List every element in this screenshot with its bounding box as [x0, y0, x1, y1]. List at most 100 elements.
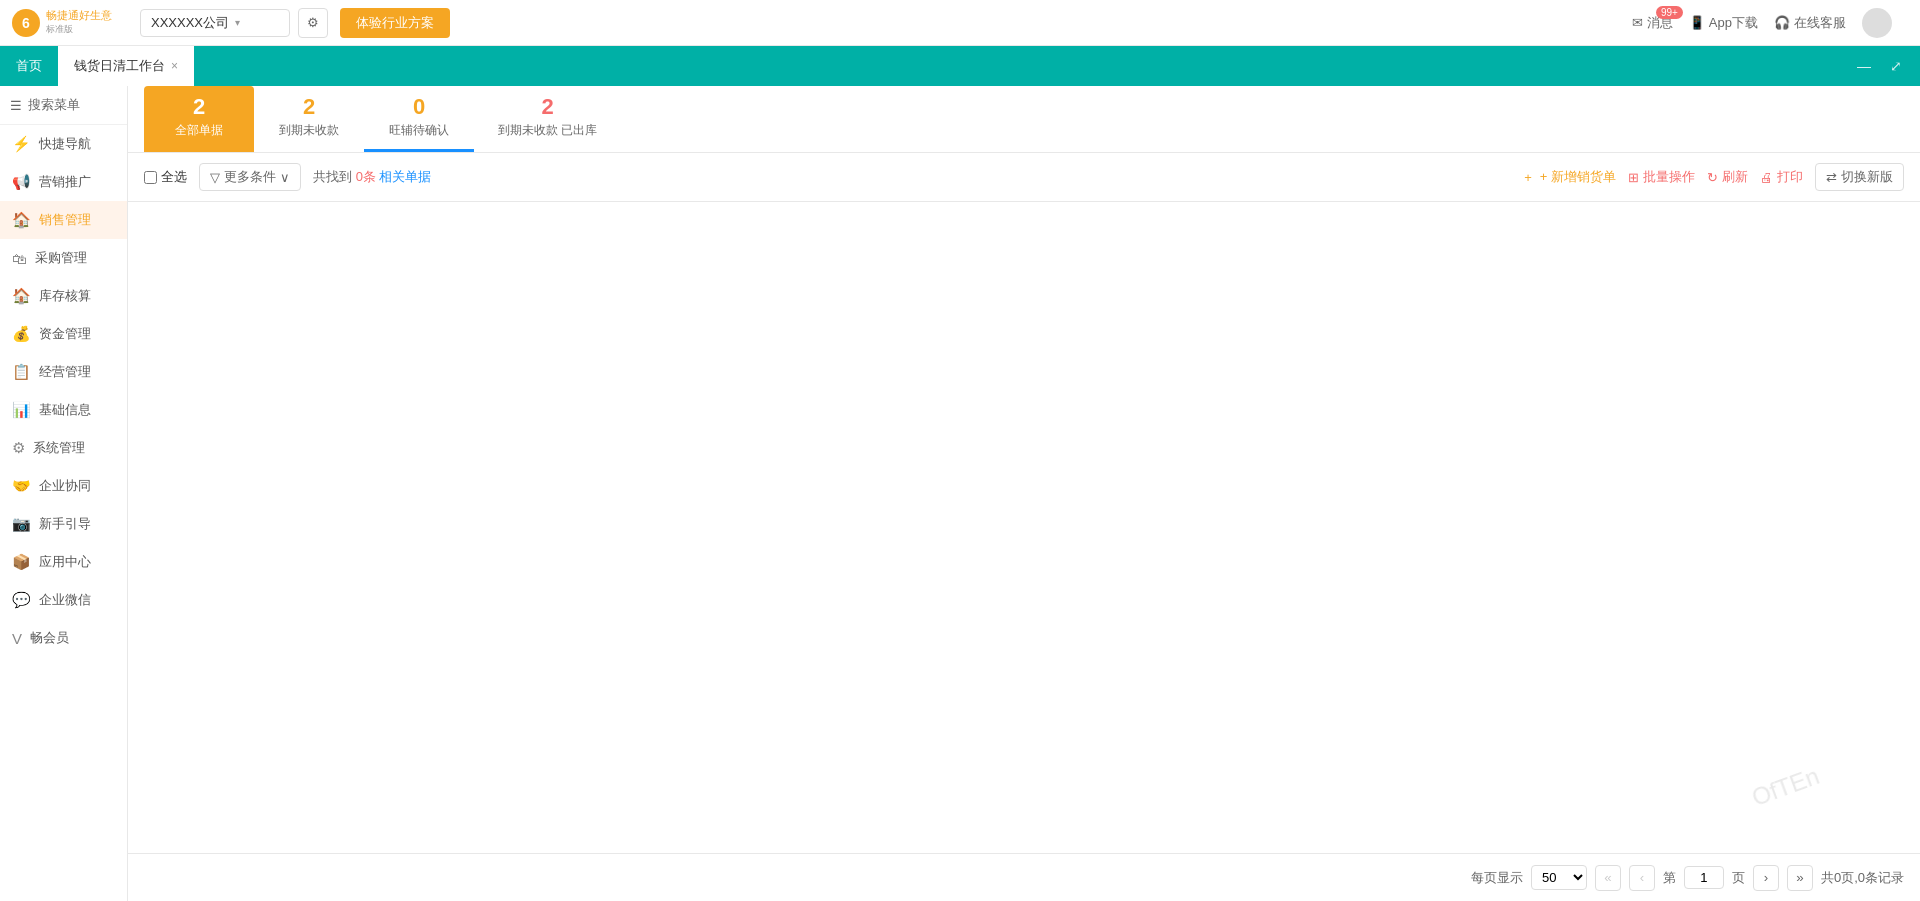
sidebar-item-guide[interactable]: 📷新手引导 [0, 505, 127, 543]
tab-maximize-button[interactable]: ⤢ [1884, 54, 1908, 78]
wechat-label: 企业微信 [39, 591, 91, 609]
print-button[interactable]: 🖨 打印 [1760, 168, 1803, 186]
marketing-icon: 📢 [12, 173, 31, 191]
select-all-label: 全选 [161, 168, 187, 186]
stats-tabs: 2 全部单据 2 到期未收款 0 旺辅待确认 2 到期未收款 已出库 [128, 86, 1920, 153]
add-text: + 新增销货单 [1540, 168, 1616, 186]
per-page-select[interactable]: 50 10 20 100 [1531, 865, 1587, 890]
print-label: 打印 [1777, 168, 1803, 186]
experience-button[interactable]: 体验行业方案 [340, 8, 450, 38]
batch-operation-button[interactable]: ⊞ 批量操作 [1628, 168, 1695, 186]
add-sales-order-button[interactable]: + + 新增销货单 [1524, 168, 1616, 186]
settings-button[interactable]: ⚙ [298, 8, 328, 38]
toolbar-right: + + 新增销货单 ⊞ 批量操作 ↻ 刷新 🖨 打印 ⇄ [1524, 163, 1904, 191]
tab-cashflow[interactable]: 钱货日清工作台 × [58, 46, 194, 86]
stat-tab-overdue[interactable]: 2 到期未收款 [254, 86, 364, 152]
batch-icon: ⊞ [1628, 170, 1639, 185]
sidebar-item-wechat[interactable]: 💬企业微信 [0, 581, 127, 619]
tab-minimize-button[interactable]: — [1852, 54, 1876, 78]
per-page-label: 每页显示 [1471, 869, 1523, 887]
table-area [128, 202, 1920, 853]
refresh-button[interactable]: ↻ 刷新 [1707, 168, 1748, 186]
sidebar-search[interactable]: ☰ 搜索菜单 [0, 86, 127, 125]
company-name: XXXXXX公司 [151, 14, 229, 32]
filter-button[interactable]: ▽ 更多条件 ∨ [199, 163, 301, 191]
last-page-button[interactable]: » [1787, 865, 1813, 891]
stat-number-all: 2 [193, 96, 205, 118]
select-all-checkbox[interactable]: 全选 [144, 168, 187, 186]
member-label: 畅会员 [30, 629, 69, 647]
header-right: ✉ 消息 99+ 📱 App下载 🎧 在线客服 [1632, 8, 1908, 38]
online-service-button[interactable]: 🎧 在线客服 [1774, 14, 1846, 32]
sidebar-item-finance[interactable]: 💰资金管理 [0, 315, 127, 353]
company-selector[interactable]: XXXXXX公司 ▾ [140, 9, 290, 37]
gear-icon: ⚙ [307, 15, 319, 30]
filter-label: 更多条件 [224, 168, 276, 186]
stat-label-overdue_stock: 到期未收款 已出库 [498, 122, 597, 139]
basic-label: 基础信息 [39, 401, 91, 419]
stat-number-wangwang: 0 [413, 96, 425, 118]
inventory-icon: 🏠 [12, 287, 31, 305]
sidebar-item-sales[interactable]: 🏠 销售管理 [0, 201, 127, 239]
next-page-button[interactable]: › [1753, 865, 1779, 891]
select-all-input[interactable] [144, 171, 157, 184]
service-label: 在线客服 [1794, 14, 1846, 32]
page-label: 第 [1663, 869, 1676, 887]
sidebar-item-marketing[interactable]: 📢 营销推广 [0, 163, 127, 201]
add-icon: + [1524, 170, 1532, 185]
sidebar-item-appstore[interactable]: 📦应用中心 [0, 543, 127, 581]
headset-icon: 🎧 [1774, 15, 1790, 30]
sidebar-item-basic[interactable]: 📊基础信息 [0, 391, 127, 429]
sidebar-item-system[interactable]: ⚙系统管理 [0, 429, 127, 467]
appstore-label: 应用中心 [39, 553, 91, 571]
tab-close-icon[interactable]: × [171, 59, 178, 73]
page-number-input[interactable] [1684, 866, 1724, 889]
toolbar: 全选 ▽ 更多条件 ∨ 共找到 0条 相关单据 + + 新增销货单 ⊞ [128, 153, 1920, 202]
sidebar-item-purchase[interactable]: 🛍采购管理 [0, 239, 127, 277]
avatar[interactable] [1862, 8, 1892, 38]
stat-tab-overdue_stock[interactable]: 2 到期未收款 已出库 [474, 86, 621, 152]
total-info: 共0页,0条记录 [1821, 869, 1904, 887]
sales-label: 销售管理 [39, 211, 91, 229]
sidebar-item-inventory[interactable]: 🏠库存核算 [0, 277, 127, 315]
guide-label: 新手引导 [39, 515, 91, 533]
page-suffix: 页 [1732, 869, 1745, 887]
system-label: 系统管理 [33, 439, 85, 457]
filter-chevron-icon: ∨ [280, 170, 290, 185]
refresh-label: 刷新 [1722, 168, 1748, 186]
switch-version-button[interactable]: ⇄ 切换新版 [1815, 163, 1904, 191]
main-layout: ☰ 搜索菜单 ⚡快捷导航 📢 营销推广 🏠 销售管理 🛍采购管理🏠库存核算💰资金管理📋经营… [0, 86, 1920, 901]
sidebar-search-label: 搜索菜单 [28, 96, 80, 114]
sales-icon: 🏠 [12, 211, 31, 229]
cooperation-label: 企业协同 [39, 477, 91, 495]
sidebar-item-cooperation[interactable]: 🤝 企业协同 [0, 467, 127, 505]
search-icon: ☰ [10, 98, 22, 113]
marketing-label: 营销推广 [39, 173, 91, 191]
stat-tab-wangwang[interactable]: 0 旺辅待确认 [364, 86, 474, 152]
tab-home[interactable]: 首页 [0, 46, 58, 86]
switch-label: 切换新版 [1841, 168, 1893, 186]
cooperation-icon: 🤝 [12, 477, 31, 495]
prev-page-button[interactable]: ‹ [1629, 865, 1655, 891]
first-page-button[interactable]: « [1595, 865, 1621, 891]
stat-number-overdue: 2 [303, 96, 315, 118]
stat-tab-all[interactable]: 2 全部单据 [144, 86, 254, 152]
stat-label-overdue: 到期未收款 [279, 122, 339, 139]
app-label: App下载 [1709, 14, 1758, 32]
app-download-button[interactable]: 📱 App下载 [1689, 14, 1758, 32]
sidebar-item-operations[interactable]: 📋经营管理 [0, 353, 127, 391]
logo-area: 6 畅捷通好生意 标准版 [12, 9, 140, 37]
logo-text: 畅捷通好生意 [46, 9, 112, 22]
logo-sub: 标准版 [46, 23, 112, 36]
message-badge: 99+ [1656, 6, 1683, 19]
sidebar-item-member[interactable]: V畅会员 [0, 619, 127, 657]
related-link[interactable]: 相关单据 [379, 169, 431, 184]
message-button[interactable]: ✉ 消息 99+ [1632, 14, 1673, 32]
home-tab-label: 首页 [16, 57, 42, 75]
main-content: 2 全部单据 2 到期未收款 0 旺辅待确认 2 到期未收款 已出库 全选 ▽ … [128, 86, 1920, 901]
purchase-icon: 🛍 [12, 250, 27, 267]
sidebar-item-quick-nav[interactable]: ⚡快捷导航 [0, 125, 127, 163]
cashflow-tab-label: 钱货日清工作台 [74, 57, 165, 75]
switch-icon: ⇄ [1826, 170, 1837, 185]
operations-label: 经营管理 [39, 363, 91, 381]
